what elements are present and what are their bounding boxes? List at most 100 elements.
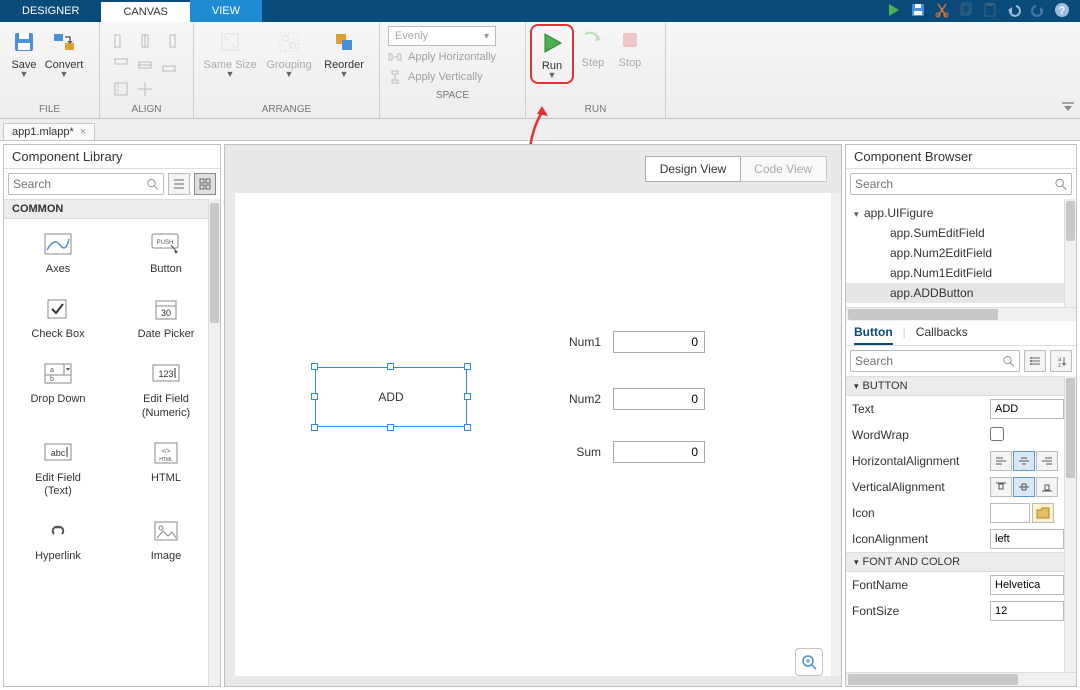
- browser-search[interactable]: [850, 173, 1072, 195]
- component-button[interactable]: PUSHButton: [112, 219, 220, 284]
- tab-designer[interactable]: DESIGNER: [0, 0, 101, 22]
- convert-button[interactable]: Convert▼: [42, 26, 86, 79]
- section-button[interactable]: ▾BUTTON: [846, 376, 1076, 396]
- prop-halign: HorizontalAlignment: [846, 448, 1076, 474]
- collapse-toolstrip-icon[interactable]: [1056, 22, 1080, 118]
- add-button-component[interactable]: ADD: [315, 367, 467, 427]
- svg-text:abc: abc: [51, 448, 66, 458]
- component-browser-panel: Component Browser ▾app.UIFigure app.SumE…: [845, 144, 1077, 687]
- component-browser-title: Component Browser: [846, 145, 1076, 169]
- same-size-button[interactable]: Same Size▼: [200, 26, 260, 79]
- inspector-tab-button[interactable]: Button: [854, 325, 893, 345]
- tree-scrollbar-h[interactable]: [846, 307, 1076, 321]
- step-button[interactable]: Step: [574, 24, 612, 69]
- reorder-button[interactable]: Reorder▼: [318, 26, 370, 79]
- component-hyperlink[interactable]: Hyperlink: [4, 506, 112, 571]
- file-tab[interactable]: app1.mlapp*×: [3, 123, 95, 140]
- toolstrip: Save▼ Convert▼ FILE: [0, 22, 1080, 119]
- arrange-group-label: ARRANGE: [194, 104, 379, 118]
- inspector-scrollbar[interactable]: [1064, 376, 1076, 672]
- num1-label: Num1: [551, 335, 601, 349]
- component-html[interactable]: </>HTMLHTML: [112, 428, 220, 506]
- view-toggle: Design View Code View: [645, 156, 827, 182]
- code-view-tab[interactable]: Code View: [740, 157, 826, 181]
- num2-input[interactable]: [613, 388, 705, 410]
- category-common: COMMON: [4, 199, 220, 219]
- list-view-toggle[interactable]: [168, 173, 190, 195]
- close-tab-icon[interactable]: ×: [80, 126, 86, 138]
- icon-browse-button[interactable]: [1032, 503, 1054, 523]
- icon-preview[interactable]: [990, 503, 1030, 523]
- cut-icon[interactable]: [934, 2, 950, 21]
- save-icon[interactable]: [910, 2, 926, 21]
- inspector-tab-callbacks[interactable]: Callbacks: [916, 325, 968, 345]
- halign-left[interactable]: [990, 451, 1012, 471]
- apply-vertically-button[interactable]: Apply Vertically: [388, 68, 517, 86]
- undo-icon[interactable]: [1006, 2, 1022, 21]
- run-button[interactable]: Run▼: [535, 27, 569, 80]
- component-edit-numeric[interactable]: 123Edit Field (Numeric): [112, 349, 220, 427]
- sum-field-row: Sum: [551, 441, 705, 463]
- canvas-area: Design View Code View ADD Num1 Num2: [224, 144, 842, 687]
- redo-icon[interactable]: [1030, 2, 1046, 21]
- search-icon: [146, 177, 159, 191]
- inspector-sort-toggle[interactable]: az: [1050, 350, 1072, 372]
- tree-scrollbar-v[interactable]: [1064, 199, 1076, 311]
- sum-input[interactable]: [613, 441, 705, 463]
- component-axes[interactable]: Axes: [4, 219, 112, 284]
- component-library-panel: Component Library COMMON Axes PUSHButton…: [3, 144, 221, 687]
- tree-node-num1[interactable]: app.Num1EditField: [846, 263, 1076, 283]
- svg-text:HTML: HTML: [159, 457, 173, 463]
- valign-middle[interactable]: [1013, 477, 1035, 497]
- prop-text: Text: [846, 396, 1076, 422]
- apply-horizontally-button[interactable]: Apply Horizontally: [388, 48, 517, 66]
- num1-input[interactable]: [613, 331, 705, 353]
- save-button[interactable]: Save▼: [6, 26, 42, 79]
- paste-icon[interactable]: [982, 2, 998, 21]
- grid-view-toggle[interactable]: [194, 173, 216, 195]
- align-group-label: ALIGN: [100, 104, 193, 118]
- grouping-button[interactable]: Grouping▼: [260, 26, 318, 79]
- space-group-label: SPACE: [380, 90, 525, 104]
- valign-top[interactable]: [990, 477, 1012, 497]
- component-datepicker[interactable]: 30Date Picker: [112, 284, 220, 349]
- copy-icon[interactable]: [958, 2, 974, 21]
- component-image[interactable]: Image: [112, 506, 220, 571]
- halign-right[interactable]: [1036, 451, 1058, 471]
- design-view-tab[interactable]: Design View: [645, 156, 741, 182]
- tab-view[interactable]: VIEW: [190, 0, 262, 22]
- canvas-scrollbar-v[interactable]: [831, 193, 841, 676]
- prop-wordwrap-checkbox[interactable]: [990, 427, 1004, 441]
- component-dropdown[interactable]: abDrop Down: [4, 349, 112, 427]
- tree-node-num2[interactable]: app.Num2EditField: [846, 243, 1076, 263]
- tree-node-sum[interactable]: app.SumEditField: [846, 223, 1076, 243]
- tab-canvas[interactable]: CANVAS: [101, 0, 189, 22]
- file-tab-bar: app1.mlapp*×: [0, 119, 1080, 141]
- inspector-view-toggle[interactable]: [1024, 350, 1046, 372]
- align-buttons[interactable]: [110, 26, 180, 100]
- run-icon[interactable]: [886, 2, 902, 21]
- inspector-scrollbar-h[interactable]: [846, 672, 1076, 686]
- tree-node-addbutton[interactable]: app.ADDButton: [846, 283, 1076, 303]
- complib-scrollbar[interactable]: [208, 199, 220, 686]
- inspector-search[interactable]: [850, 350, 1020, 372]
- complib-search[interactable]: [8, 173, 164, 195]
- valign-bottom[interactable]: [1036, 477, 1058, 497]
- component-tree: ▾app.UIFigure app.SumEditField app.Num2E…: [846, 199, 1076, 307]
- component-edit-text[interactable]: abcEdit Field (Text): [4, 428, 112, 506]
- prop-iconalign-input[interactable]: [990, 529, 1064, 549]
- space-dropdown[interactable]: Evenly: [388, 26, 496, 46]
- prop-fontsize-input[interactable]: [990, 601, 1064, 621]
- prop-fontname-input[interactable]: [990, 575, 1064, 595]
- component-checkbox[interactable]: Check Box: [4, 284, 112, 349]
- design-canvas[interactable]: ADD Num1 Num2 Sum: [235, 193, 831, 676]
- help-icon[interactable]: ?: [1054, 2, 1070, 21]
- prop-valign: VerticalAlignment: [846, 474, 1076, 500]
- svg-text:123: 123: [158, 369, 173, 379]
- tree-node-uifigure[interactable]: ▾app.UIFigure: [846, 203, 1076, 223]
- zoom-button[interactable]: [795, 648, 823, 676]
- section-font[interactable]: ▾FONT AND COLOR: [846, 552, 1076, 572]
- stop-button[interactable]: Stop: [612, 24, 648, 69]
- halign-center[interactable]: [1013, 451, 1035, 471]
- prop-text-input[interactable]: [990, 399, 1064, 419]
